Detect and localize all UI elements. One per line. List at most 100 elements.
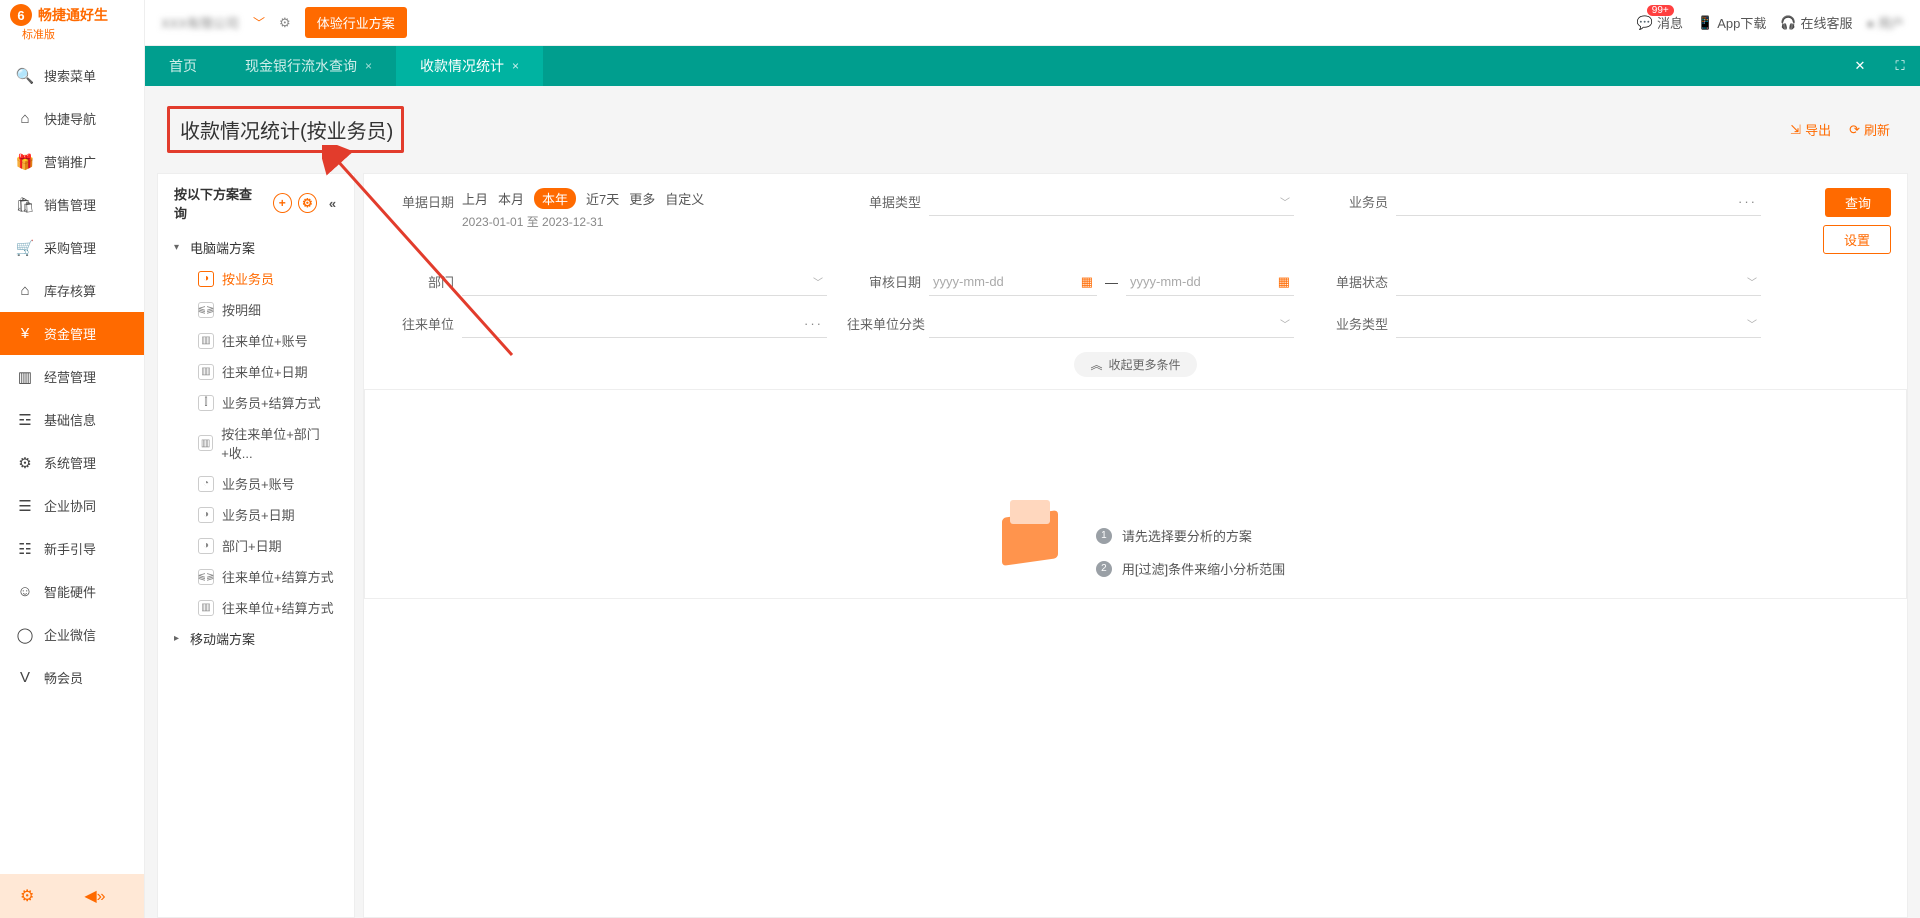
sidebar-item-operation[interactable]: ▥经营管理 xyxy=(0,355,144,398)
sidebar-item-system[interactable]: ⚙系统管理 xyxy=(0,441,144,484)
sidebar-item-inventory[interactable]: ⌂库存核算 xyxy=(0,269,144,312)
sidebar-item-funds[interactable]: ¥资金管理 xyxy=(0,312,144,355)
scheme-item-salesman-date[interactable]: ◑业务员+日期 xyxy=(170,499,348,530)
sidebar-item-baseinfo[interactable]: ☲基础信息 xyxy=(0,398,144,441)
settings-button[interactable]: 设置 xyxy=(1823,225,1891,254)
sidebar-item-sales[interactable]: 🛍销售管理 xyxy=(0,183,144,226)
chip-more[interactable]: 更多 xyxy=(629,189,655,208)
tab-cashflow[interactable]: 现金银行流水查询× xyxy=(221,46,396,86)
scheme-group-mobile[interactable]: ▸移动端方案 xyxy=(170,623,348,654)
close-icon[interactable]: × xyxy=(365,59,372,73)
page-header: 收款情况统计(按业务员) ⇲导出 ⟳刷新 xyxy=(157,96,1908,163)
label-dept: 部门 xyxy=(380,268,454,291)
scheme-item-salesman-settle[interactable]: ⫿业务员+结算方式 xyxy=(170,387,348,418)
scheme-settings-button[interactable]: ⚙ xyxy=(298,193,317,213)
doc-state-select[interactable]: ﹀ xyxy=(1396,268,1761,296)
scheme-item-partner-account[interactable]: ▥往来单位+账号 xyxy=(170,325,348,356)
trial-button[interactable]: 体验行业方案 xyxy=(305,7,407,38)
close-icon[interactable]: × xyxy=(512,59,519,73)
chevron-down-icon: ﹀ xyxy=(1747,274,1757,289)
sidebar-item-wecom[interactable]: ◯企业微信 xyxy=(0,613,144,656)
export-button[interactable]: ⇲导出 xyxy=(1790,120,1831,139)
export-icon: ⇲ xyxy=(1790,122,1801,138)
tabbar: 首页 现金银行流水查询× 收款情况统计× ✕ ⛶ xyxy=(145,46,1920,86)
sidebar-item-purchase[interactable]: 🛒采购管理 xyxy=(0,226,144,269)
collapse-filters-button[interactable]: ︽收起更多条件 xyxy=(1074,352,1196,377)
settings-icon[interactable]: ⚙ xyxy=(20,886,34,906)
sidebar-item-marketing[interactable]: 🎁营销推广 xyxy=(0,140,144,183)
scheme-item-partner-dept[interactable]: ▥按往来单位+部门+收... xyxy=(170,418,348,468)
doc-date-control: 上月 本月 本年 近7天 更多 自定义 2023-01-01 至 2023-12… xyxy=(462,188,827,230)
sidebar-item-hardware[interactable]: ☺智能硬件 xyxy=(0,570,144,613)
scheme-item-partner-date[interactable]: ▥往来单位+日期 xyxy=(170,356,348,387)
fullscreen-icon[interactable]: ⛶ xyxy=(1880,46,1920,86)
label-biz-type: 业务类型 xyxy=(1314,310,1388,333)
scheme-item-salesman-account[interactable]: ◔业务员+账号 xyxy=(170,468,348,499)
scheme-item-dept-date[interactable]: ◑部门+日期 xyxy=(170,530,348,561)
bar-icon: ⫿ xyxy=(198,395,214,411)
sound-icon[interactable]: ◀» xyxy=(84,886,105,906)
chevron-down-icon: ﹀ xyxy=(813,274,823,289)
grid-icon: ▥ xyxy=(198,364,214,380)
sidebar-item-collab[interactable]: ☰企业协同 xyxy=(0,484,144,527)
chip-this-year[interactable]: 本年 xyxy=(534,188,576,209)
label-doc-type: 单据类型 xyxy=(847,188,921,211)
close-all-tabs[interactable]: ✕ xyxy=(1840,46,1880,86)
search-icon: 🔍 xyxy=(16,67,34,85)
chip-last-month[interactable]: 上月 xyxy=(462,189,488,208)
biz-type-select[interactable]: ﹀ xyxy=(1396,310,1761,338)
chip-7days[interactable]: 近7天 xyxy=(586,189,619,208)
add-scheme-button[interactable]: + xyxy=(273,193,292,213)
scheme-item-detail[interactable]: ⫹⫺按明细 xyxy=(170,294,348,325)
messages-link[interactable]: 99+ 💬消息 xyxy=(1637,13,1683,32)
partner-cat-select[interactable]: ﹀ xyxy=(929,310,1294,338)
filter-panel: 单据日期 上月 本月 本年 近7天 更多 自定义 20 xyxy=(363,173,1908,918)
scheme-item-salesman[interactable]: ◑按业务员 xyxy=(170,263,348,294)
hint-1: 1请先选择要分析的方案 xyxy=(1096,526,1285,545)
clock-icon: ◑ xyxy=(198,538,214,554)
date-range-text: 2023-01-01 至 2023-12-31 xyxy=(462,213,827,230)
chevron-down-icon: ﹀ xyxy=(1280,194,1290,209)
money-icon: ¥ xyxy=(16,325,34,343)
chat-icon: 💬 xyxy=(1637,15,1653,31)
grid-icon: ▥ xyxy=(198,333,214,349)
refresh-icon: ⟳ xyxy=(1849,122,1860,138)
gear-icon[interactable]: ⚙ xyxy=(279,15,291,31)
team-icon: ☰ xyxy=(16,497,34,515)
page-title: 收款情况统计(按业务员) xyxy=(157,96,414,163)
sidebar-footer: ⚙ ◀» xyxy=(0,874,144,918)
audit-date-from[interactable]: yyyy-mm-dd▦ xyxy=(929,268,1097,296)
vip-icon: V xyxy=(16,669,34,687)
company-selector[interactable]: XXX有限公司 xyxy=(161,13,239,32)
audit-date-to[interactable]: yyyy-mm-dd▦ xyxy=(1126,268,1294,296)
dept-select[interactable]: ﹀ xyxy=(462,268,827,296)
refresh-button[interactable]: ⟳刷新 xyxy=(1849,120,1890,139)
chip-custom[interactable]: 自定义 xyxy=(665,189,704,208)
app-download-link[interactable]: 📱App下载 xyxy=(1697,13,1766,32)
scheme-item-partner-settle2[interactable]: ▥往来单位+结算方式 xyxy=(170,592,348,623)
scheme-item-partner-settle1[interactable]: ⫹⫺往来单位+结算方式 xyxy=(170,561,348,592)
guide-icon: ☷ xyxy=(16,540,34,558)
tab-home[interactable]: 首页 xyxy=(145,46,221,86)
salesman-select[interactable]: ··· xyxy=(1396,188,1761,216)
chevron-down-icon[interactable]: ﹀ xyxy=(253,14,265,31)
doc-type-select[interactable]: ﹀ xyxy=(929,188,1294,216)
pie-icon: ◔ xyxy=(198,476,214,492)
topbar: XXX有限公司 ﹀ ⚙ 体验行业方案 99+ 💬消息 📱App下载 🎧在线客服 … xyxy=(145,0,1920,46)
scheme-group-pc[interactable]: ▾电脑端方案 xyxy=(170,232,348,263)
collapse-panel-button[interactable]: « xyxy=(323,196,342,211)
chip-this-month[interactable]: 本月 xyxy=(498,189,524,208)
sidebar-item-vip[interactable]: V畅会员 xyxy=(0,656,144,699)
audit-date-range: yyyy-mm-dd▦ — yyyy-mm-dd▦ xyxy=(929,268,1294,296)
gift-icon: 🎁 xyxy=(16,153,34,171)
sidebar-item-quicknav[interactable]: ⌂快捷导航 xyxy=(0,97,144,140)
brand-icon: 6 xyxy=(10,4,32,26)
sidebar-item-search[interactable]: 🔍搜索菜单 xyxy=(0,54,144,97)
sidebar-item-guide[interactable]: ☷新手引导 xyxy=(0,527,144,570)
partner-select[interactable]: ··· xyxy=(462,310,827,338)
query-button[interactable]: 查询 xyxy=(1825,188,1891,217)
hint-2: 2用[过滤]条件来缩小分析范围 xyxy=(1096,559,1285,578)
tab-receipt-stats[interactable]: 收款情况统计× xyxy=(396,46,543,86)
support-link[interactable]: 🎧在线客服 xyxy=(1780,13,1852,32)
user-avatar[interactable]: ● 用户 xyxy=(1867,13,1904,32)
